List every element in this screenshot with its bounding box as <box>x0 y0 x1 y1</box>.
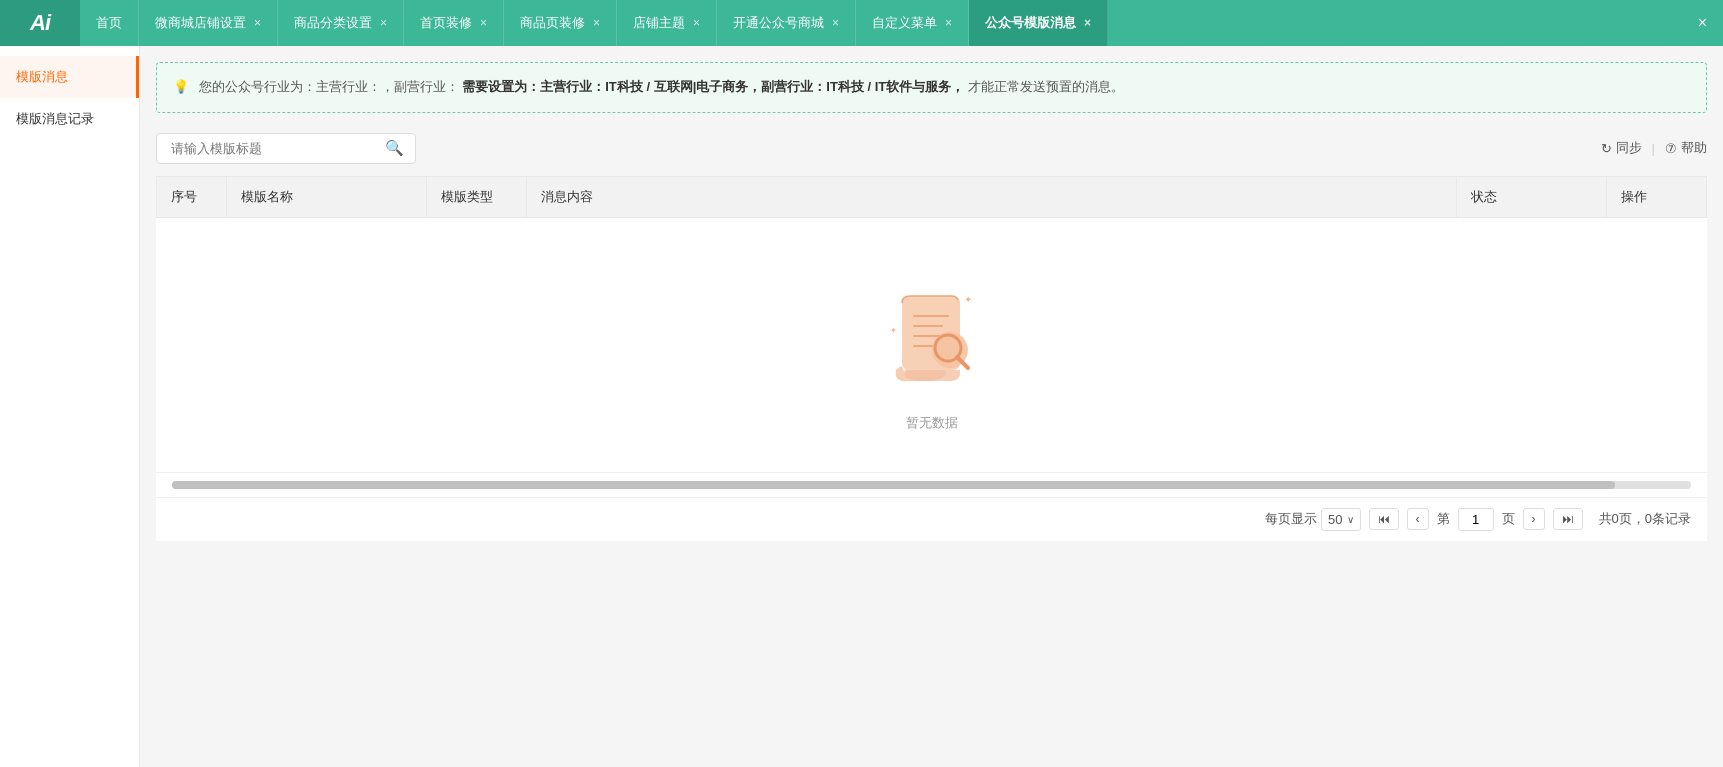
col-type-header: 模版类型 <box>427 176 527 217</box>
logo: Ai <box>0 0 80 46</box>
sync-icon: ↻ <box>1601 141 1612 156</box>
prev-page-button[interactable]: ‹ <box>1407 508 1429 530</box>
sidebar: 模版消息 模版消息记录 <box>0 46 140 767</box>
toolbar-divider: | <box>1652 141 1655 156</box>
col-action-header: 操作 <box>1607 176 1707 217</box>
search-input[interactable] <box>165 134 385 163</box>
close-tab-5[interactable]: × <box>693 16 700 30</box>
nav-tab-home[interactable]: 首页 <box>80 0 139 46</box>
sidebar-item-template-msg-record[interactable]: 模版消息记录 <box>0 98 139 140</box>
page-unit: 页 <box>1502 510 1515 528</box>
notice-text-suffix: 才能正常发送预置的消息。 <box>968 79 1124 94</box>
nav-tab-6[interactable]: 开通公众号商城 × <box>717 0 856 46</box>
help-button[interactable]: ⑦ 帮助 <box>1665 139 1707 157</box>
sync-label: 同步 <box>1616 139 1642 157</box>
bulb-icon: 💡 <box>173 79 189 94</box>
pagination: 每页显示 50 ∨ ⏮ ‹ 第 页 › ⏭ 共0页，0条记录 <box>156 497 1707 541</box>
help-label: 帮助 <box>1681 139 1707 157</box>
table-header-row: 序号 模版名称 模版类型 消息内容 状态 <box>157 176 1707 217</box>
empty-state: ✦ ✦ 暂无数据 <box>157 218 1707 472</box>
data-table: 序号 模版名称 模版类型 消息内容 状态 <box>156 176 1707 472</box>
top-nav: Ai 首页 微商城店铺设置 × 商品分类设置 × 首页装修 × 商品页装修 × … <box>0 0 1723 46</box>
search-input-wrap: 🔍 <box>156 133 416 164</box>
content-area: 💡 您的公众号行业为：主营行业：，副营行业： 需要设置为：主营行业：IT科技 /… <box>140 46 1723 767</box>
empty-row: ✦ ✦ 暂无数据 <box>157 217 1707 472</box>
nav-tab-2-label: 商品分类设置 <box>294 14 372 32</box>
sidebar-item-template-msg-label: 模版消息 <box>16 69 68 84</box>
table-wrap: 序号 模版名称 模版类型 消息内容 状态 <box>156 176 1707 541</box>
page-size-dropdown[interactable]: 50 ∨ <box>1321 508 1360 531</box>
search-icon: 🔍 <box>385 139 404 156</box>
scroll-bar-area <box>156 472 1707 497</box>
notice-text-highlight: 需要设置为：主营行业：IT科技 / 互联网|电子商务，副营行业：IT科技 / I… <box>462 79 964 94</box>
total-info: 共0页，0条记录 <box>1599 510 1691 528</box>
search-button[interactable]: 🔍 <box>385 139 404 157</box>
svg-text:✦: ✦ <box>890 326 897 335</box>
nav-tab-4-label: 商品页装修 <box>520 14 585 32</box>
page-size-label: 每页显示 <box>1265 510 1317 528</box>
col-seq-header: 序号 <box>157 176 227 217</box>
nav-tab-8-label: 公众号模版消息 <box>985 14 1076 32</box>
help-icon: ⑦ <box>1665 141 1677 156</box>
sidebar-item-template-msg-record-label: 模版消息记录 <box>16 111 94 126</box>
sync-button[interactable]: ↻ 同步 <box>1601 139 1642 157</box>
nav-tab-3-label: 首页装修 <box>420 14 472 32</box>
nav-tab-4[interactable]: 商品页装修 × <box>504 0 617 46</box>
nav-tab-5[interactable]: 店铺主题 × <box>617 0 717 46</box>
close-all-button[interactable]: × <box>1682 14 1723 32</box>
first-page-button[interactable]: ⏮ <box>1369 508 1399 530</box>
current-page-input[interactable] <box>1458 508 1494 531</box>
nav-tab-6-label: 开通公众号商城 <box>733 14 824 32</box>
svg-text:✦: ✦ <box>964 294 972 305</box>
close-tab-1[interactable]: × <box>254 16 261 30</box>
close-tab-6[interactable]: × <box>832 16 839 30</box>
last-page-button[interactable]: ⏭ <box>1553 508 1583 530</box>
notice-text-prefix: 您的公众号行业为：主营行业：，副营行业： <box>199 79 459 94</box>
info-notice: 💡 您的公众号行业为：主营行业：，副营行业： 需要设置为：主营行业：IT科技 /… <box>156 62 1707 113</box>
page-size-select: 每页显示 50 ∨ <box>1265 508 1360 531</box>
page-size-value: 50 <box>1328 512 1342 527</box>
col-status-header: 状态 <box>1457 176 1607 217</box>
page-label: 第 <box>1437 510 1450 528</box>
empty-icon: ✦ ✦ <box>872 278 992 398</box>
nav-tab-5-label: 店铺主题 <box>633 14 685 32</box>
close-tab-4[interactable]: × <box>593 16 600 30</box>
empty-text: 暂无数据 <box>157 414 1707 432</box>
search-bar: 🔍 ↻ 同步 | ⑦ 帮助 <box>156 133 1707 164</box>
toolbar-right: ↻ 同步 | ⑦ 帮助 <box>1601 139 1707 157</box>
nav-tab-3[interactable]: 首页装修 × <box>404 0 504 46</box>
nav-tab-2[interactable]: 商品分类设置 × <box>278 0 404 46</box>
main-layout: 模版消息 模版消息记录 💡 您的公众号行业为：主营行业：，副营行业： 需要设置为… <box>0 46 1723 767</box>
col-name-header: 模版名称 <box>227 176 427 217</box>
sidebar-item-template-msg[interactable]: 模版消息 <box>0 56 139 98</box>
nav-tab-7[interactable]: 自定义菜单 × <box>856 0 969 46</box>
nav-tab-7-label: 自定义菜单 <box>872 14 937 32</box>
horizontal-scrollbar[interactable] <box>172 481 1691 489</box>
nav-tab-home-label: 首页 <box>96 14 122 32</box>
nav-tab-1[interactable]: 微商城店铺设置 × <box>139 0 278 46</box>
table-body: ✦ ✦ 暂无数据 <box>157 217 1707 472</box>
col-content-header: 消息内容 <box>527 176 1457 217</box>
close-tab-8[interactable]: × <box>1084 16 1091 30</box>
table-head: 序号 模版名称 模版类型 消息内容 状态 <box>157 176 1707 217</box>
close-tab-3[interactable]: × <box>480 16 487 30</box>
next-page-button[interactable]: › <box>1523 508 1545 530</box>
chevron-down-icon: ∨ <box>1347 514 1354 525</box>
close-tab-2[interactable]: × <box>380 16 387 30</box>
close-tab-7[interactable]: × <box>945 16 952 30</box>
scrollbar-thumb <box>172 481 1615 489</box>
nav-tab-8[interactable]: 公众号模版消息 × <box>969 0 1108 46</box>
nav-tab-1-label: 微商城店铺设置 <box>155 14 246 32</box>
